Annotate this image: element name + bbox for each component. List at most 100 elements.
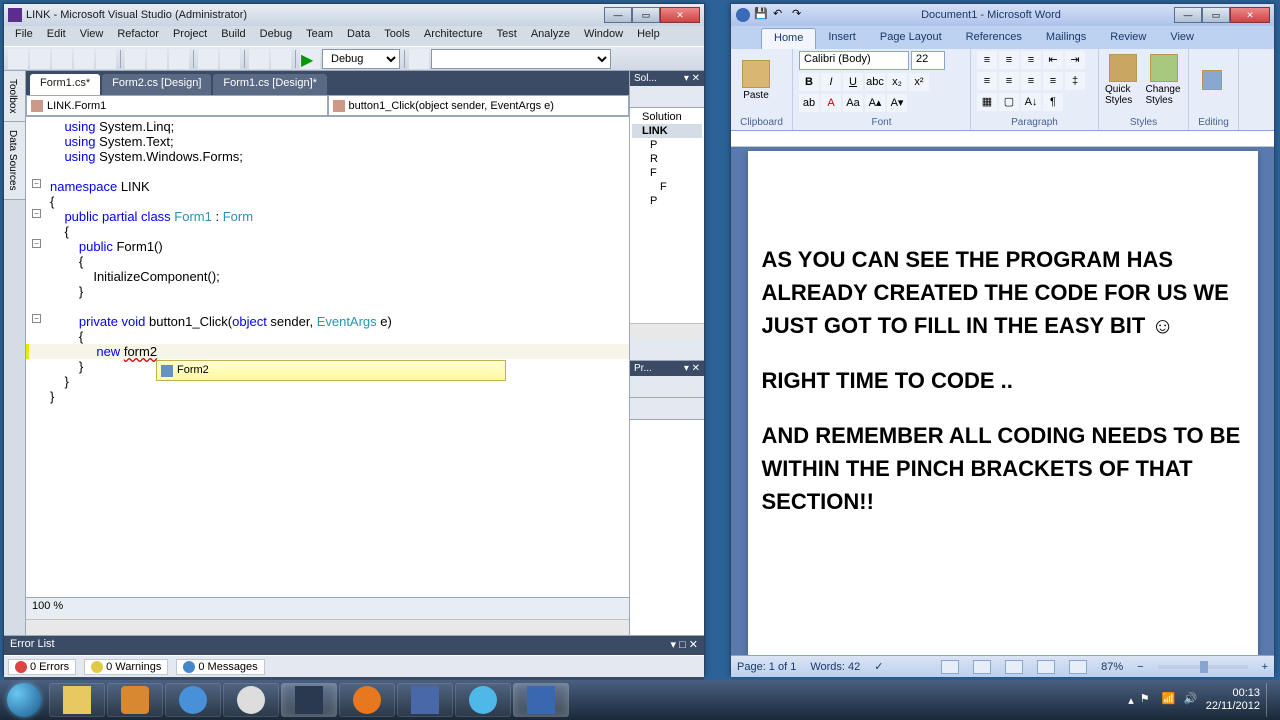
underline-button[interactable]: U	[843, 73, 863, 91]
minimize-button[interactable]: —	[604, 7, 632, 23]
code-editor[interactable]: using System.Linq; using System.Text; us…	[26, 117, 629, 597]
tab-references[interactable]: References	[954, 28, 1034, 49]
menu-architecture[interactable]: Architecture	[417, 26, 490, 46]
type-dropdown[interactable]: LINK.Form1	[26, 95, 328, 116]
tree-project[interactable]: LINK	[632, 124, 702, 138]
word-titlebar[interactable]: 💾 ↶ ↷ Document1 - Microsoft Word — ▭ ✕	[731, 4, 1274, 26]
strike-button[interactable]: abc	[865, 73, 885, 91]
zoom-percent[interactable]: 87%	[1101, 661, 1123, 673]
tab-insert[interactable]: Insert	[816, 28, 868, 49]
show-marks-button[interactable]: ¶	[1043, 93, 1063, 111]
tree-scrollbar[interactable]	[630, 323, 704, 339]
cut-button[interactable]	[125, 49, 145, 69]
font-size-dropdown[interactable]: 22	[911, 51, 945, 70]
menu-tools[interactable]: Tools	[377, 26, 417, 46]
superscript-button[interactable]: x²	[909, 73, 929, 91]
menu-file[interactable]: File	[8, 26, 40, 46]
page[interactable]: AS YOU CAN SEE THE PROGRAM HAS ALREADY C…	[748, 151, 1258, 655]
multilevel-button[interactable]: ≡	[1021, 51, 1041, 69]
member-dropdown[interactable]: button1_Click(object sender, EventArgs e…	[328, 95, 630, 116]
subscript-button[interactable]: x₂	[887, 73, 907, 91]
paragraph[interactable]: AND REMEMBER ALL CODING NEEDS TO BE WITH…	[762, 419, 1244, 518]
taskbar-app[interactable]	[397, 683, 453, 717]
menu-refactor[interactable]: Refactor	[110, 26, 166, 46]
print-layout-view[interactable]	[941, 660, 959, 674]
tab-mailings[interactable]: Mailings	[1034, 28, 1098, 49]
zoom-level[interactable]: 100 %	[32, 600, 63, 617]
grow-font-button[interactable]: A▴	[865, 94, 885, 112]
editing-button[interactable]	[1195, 51, 1229, 109]
tree-item[interactable]: R	[632, 152, 702, 166]
fold-class-icon[interactable]: −	[32, 209, 41, 218]
taskbar-visual-studio[interactable]	[281, 683, 337, 717]
solution-tree[interactable]: Solution LINK P R F F P	[630, 108, 704, 323]
borders-button[interactable]: ▢	[999, 93, 1019, 111]
taskbar-skype[interactable]	[455, 683, 511, 717]
menu-window[interactable]: Window	[577, 26, 630, 46]
paragraph[interactable]: AS YOU CAN SEE THE PROGRAM HAS ALREADY C…	[762, 243, 1244, 342]
properties-grid[interactable]	[630, 420, 704, 635]
redo-button[interactable]	[220, 49, 240, 69]
spell-check-icon[interactable]: ✓	[874, 660, 883, 673]
menu-help[interactable]: Help	[630, 26, 667, 46]
maximize-button[interactable]: ▭	[1202, 7, 1230, 23]
menu-build[interactable]: Build	[214, 26, 252, 46]
word-count[interactable]: Words: 42	[810, 661, 860, 673]
menu-data[interactable]: Data	[340, 26, 377, 46]
minimize-button[interactable]: —	[1174, 7, 1202, 23]
tree-item[interactable]: P	[632, 138, 702, 152]
solution-tabs[interactable]	[630, 339, 704, 361]
fold-method-icon[interactable]: −	[32, 314, 41, 323]
zoom-out-button[interactable]: −	[1137, 661, 1143, 673]
tree-item[interactable]: P	[632, 194, 702, 208]
align-right-button[interactable]: ≡	[1021, 72, 1041, 90]
menu-project[interactable]: Project	[166, 26, 214, 46]
nav-back-button[interactable]	[249, 49, 269, 69]
paste-button[interactable]	[169, 49, 189, 69]
add-item-button[interactable]	[30, 49, 50, 69]
action-center-icon[interactable]: ⚑	[1140, 692, 1156, 708]
toolbox-tab[interactable]: Toolbox	[4, 71, 25, 122]
indent-inc-button[interactable]: ⇥	[1065, 51, 1085, 69]
error-list-header[interactable]: Error List▾ □ ✕	[4, 635, 704, 655]
taskbar-ie[interactable]	[165, 683, 221, 717]
taskbar-media-player[interactable]	[107, 683, 163, 717]
close-button[interactable]: ✕	[1230, 7, 1270, 23]
highlight-button[interactable]: ab	[799, 94, 819, 112]
change-case-button[interactable]: Aa	[843, 94, 863, 112]
redo-icon[interactable]: ↷	[792, 7, 808, 23]
copy-button[interactable]	[147, 49, 167, 69]
taskbar-firefox[interactable]	[339, 683, 395, 717]
tree-solution[interactable]: Solution	[632, 110, 702, 124]
align-center-button[interactable]: ≡	[999, 72, 1019, 90]
tab-form1-cs[interactable]: Form1.cs*	[30, 74, 100, 95]
properties-header[interactable]: Pr...▾ ✕	[630, 361, 704, 376]
find-button[interactable]	[409, 49, 429, 69]
taskbar-explorer[interactable]	[49, 683, 105, 717]
shrink-font-button[interactable]: A▾	[887, 94, 907, 112]
show-desktop-button[interactable]	[1266, 683, 1274, 717]
tab-form1-design[interactable]: Form1.cs [Design]*	[213, 74, 327, 95]
taskbar-word[interactable]	[513, 683, 569, 717]
zoom-in-button[interactable]: +	[1262, 661, 1268, 673]
open-button[interactable]	[52, 49, 72, 69]
full-screen-view[interactable]	[973, 660, 991, 674]
justify-button[interactable]: ≡	[1043, 72, 1063, 90]
bold-button[interactable]: B	[799, 73, 819, 91]
outline-view[interactable]	[1037, 660, 1055, 674]
warnings-filter[interactable]: 0 Warnings	[84, 659, 168, 675]
bullets-button[interactable]: ≡	[977, 51, 997, 69]
tab-page-layout[interactable]: Page Layout	[868, 28, 954, 49]
menu-test[interactable]: Test	[490, 26, 524, 46]
start-button[interactable]	[0, 680, 48, 720]
office-button[interactable]	[735, 7, 751, 23]
save-button[interactable]	[74, 49, 94, 69]
align-left-button[interactable]: ≡	[977, 72, 997, 90]
new-project-button[interactable]	[8, 49, 28, 69]
taskbar-itunes[interactable]	[223, 683, 279, 717]
italic-button[interactable]: I	[821, 73, 841, 91]
menu-team[interactable]: Team	[299, 26, 340, 46]
paragraph[interactable]: RIGHT TIME TO CODE ..	[762, 364, 1244, 397]
menu-view[interactable]: View	[73, 26, 111, 46]
font-color-button[interactable]: A	[821, 94, 841, 112]
